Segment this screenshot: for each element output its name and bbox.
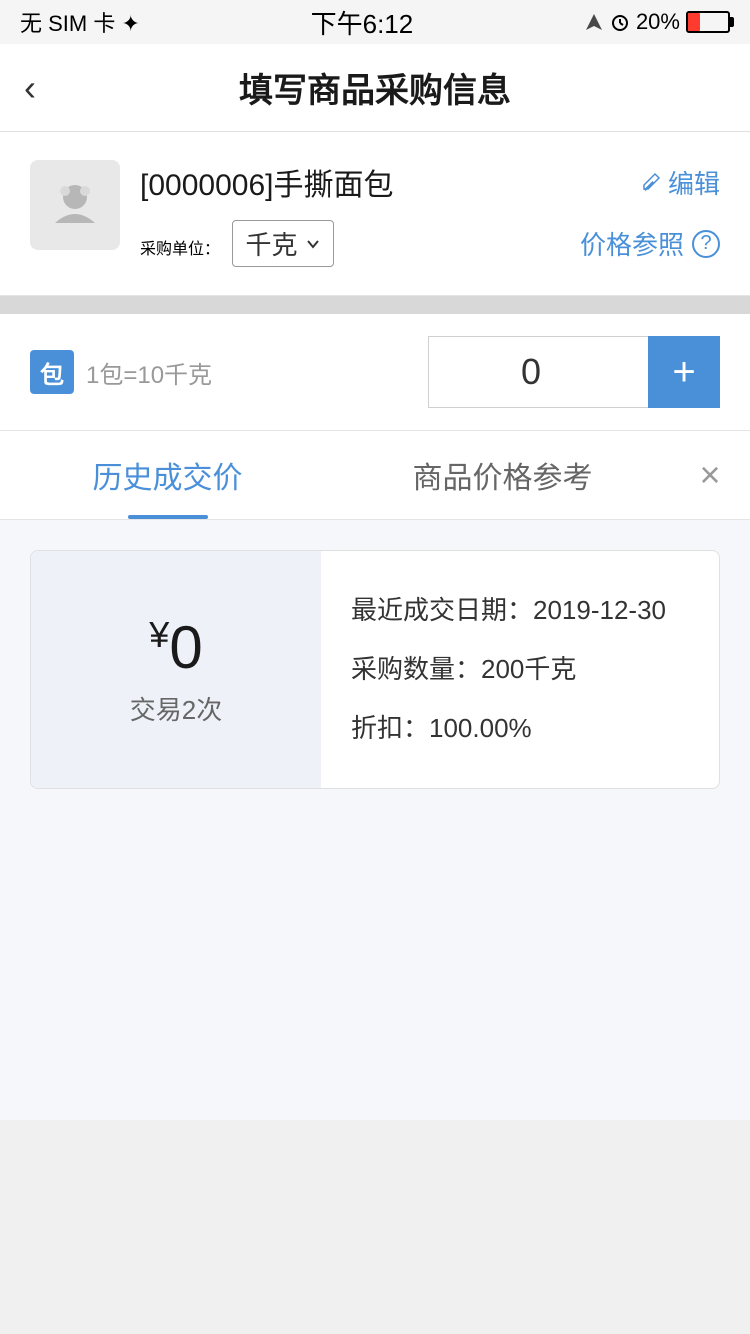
tab-history-price[interactable]: 历史成交价 [0,431,335,519]
recent-date-row: 最近成交日期：2019-12-30 [351,591,689,630]
price-value: 0 [169,614,202,681]
status-time: 下午6:12 [311,4,414,41]
battery-percent: 20% [636,9,680,35]
sim-wifi-label: 无 SIM 卡 ✦ [20,6,140,38]
product-info: [0000006]手撕面包 编辑 采购单位： 千克 价格 [140,160,720,267]
tab-close-button[interactable]: × [670,431,750,519]
recent-date-label: 最近成交日期： [351,595,533,625]
chevron-down-icon [305,236,321,252]
tab-underline [128,515,208,519]
purchase-qty-label: 采购数量： [351,654,481,684]
alarm-icon [610,12,630,32]
edit-label: 编辑 [668,164,720,201]
discount-label: 折扣： [351,713,429,743]
unit-value: 千克 [245,225,297,262]
status-right: 20% [584,9,730,35]
quantity-row: 包 1包=10千克 + [0,314,750,431]
recent-date-value: 2019-12-30 [533,595,666,625]
purchase-qty-value: 200千克 [481,654,576,684]
discount-value: 100.00% [429,713,532,743]
discount-row: 折扣：100.00% [351,709,689,748]
status-left: 无 SIM 卡 ✦ [20,6,140,38]
price-symbol: ¥ [149,614,169,655]
purchase-qty-row: 采购数量：200千克 [351,650,689,689]
product-name: [0000006]手撕面包 [140,160,393,204]
gray-divider [0,296,750,314]
edit-icon [640,171,662,193]
tab-price-ref[interactable]: 商品价格参考 [335,431,670,519]
quantity-plus-button[interactable]: + [648,336,720,408]
quantity-label: 包 1包=10千克 [30,350,212,394]
battery-icon [686,11,730,33]
quantity-input[interactable] [428,336,648,408]
unit-label-area: 采购单位： 千克 [140,220,334,267]
price-ref-button[interactable]: 价格参照 ? [580,225,720,262]
nav-bar: ‹ 填写商品采购信息 [0,44,750,132]
product-unit-row: 采购单位： 千克 价格参照 ? [140,220,720,267]
history-price-area: ¥0 交易2次 [31,551,321,788]
page-title: 填写商品采购信息 [239,63,511,112]
tab-price-ref-label: 商品价格参考 [413,453,593,497]
location-icon [584,12,604,32]
unit-label: 采购单位： [140,241,220,258]
history-card: ¥0 交易2次 最近成交日期：2019-12-30 采购数量：200千克 折扣：… [30,550,720,789]
product-logo-image [45,175,105,235]
edit-button[interactable]: 编辑 [640,164,720,201]
history-trades: 交易2次 [130,690,222,727]
product-card: [0000006]手撕面包 编辑 采购单位： 千克 价格 [0,132,750,296]
content-area: ¥0 交易2次 最近成交日期：2019-12-30 采购数量：200千克 折扣：… [0,520,750,1120]
quantity-unit-box: 包 [30,350,74,394]
history-price-display: ¥0 [149,613,202,682]
back-button[interactable]: ‹ [24,67,36,109]
quantity-input-area: + [428,336,720,408]
quantity-sub-label: 1包=10千克 [86,355,212,390]
help-icon: ? [692,230,720,258]
tab-history-label: 历史成交价 [93,453,243,497]
history-details: 最近成交日期：2019-12-30 采购数量：200千克 折扣：100.00% [321,551,719,788]
unit-select[interactable]: 千克 [232,220,334,267]
price-ref-label: 价格参照 [580,225,684,262]
status-bar: 无 SIM 卡 ✦ 下午6:12 20% [0,0,750,44]
tabs-container: 历史成交价 商品价格参考 × [0,431,750,520]
product-header: [0000006]手撕面包 编辑 [140,160,720,204]
product-logo [30,160,120,250]
